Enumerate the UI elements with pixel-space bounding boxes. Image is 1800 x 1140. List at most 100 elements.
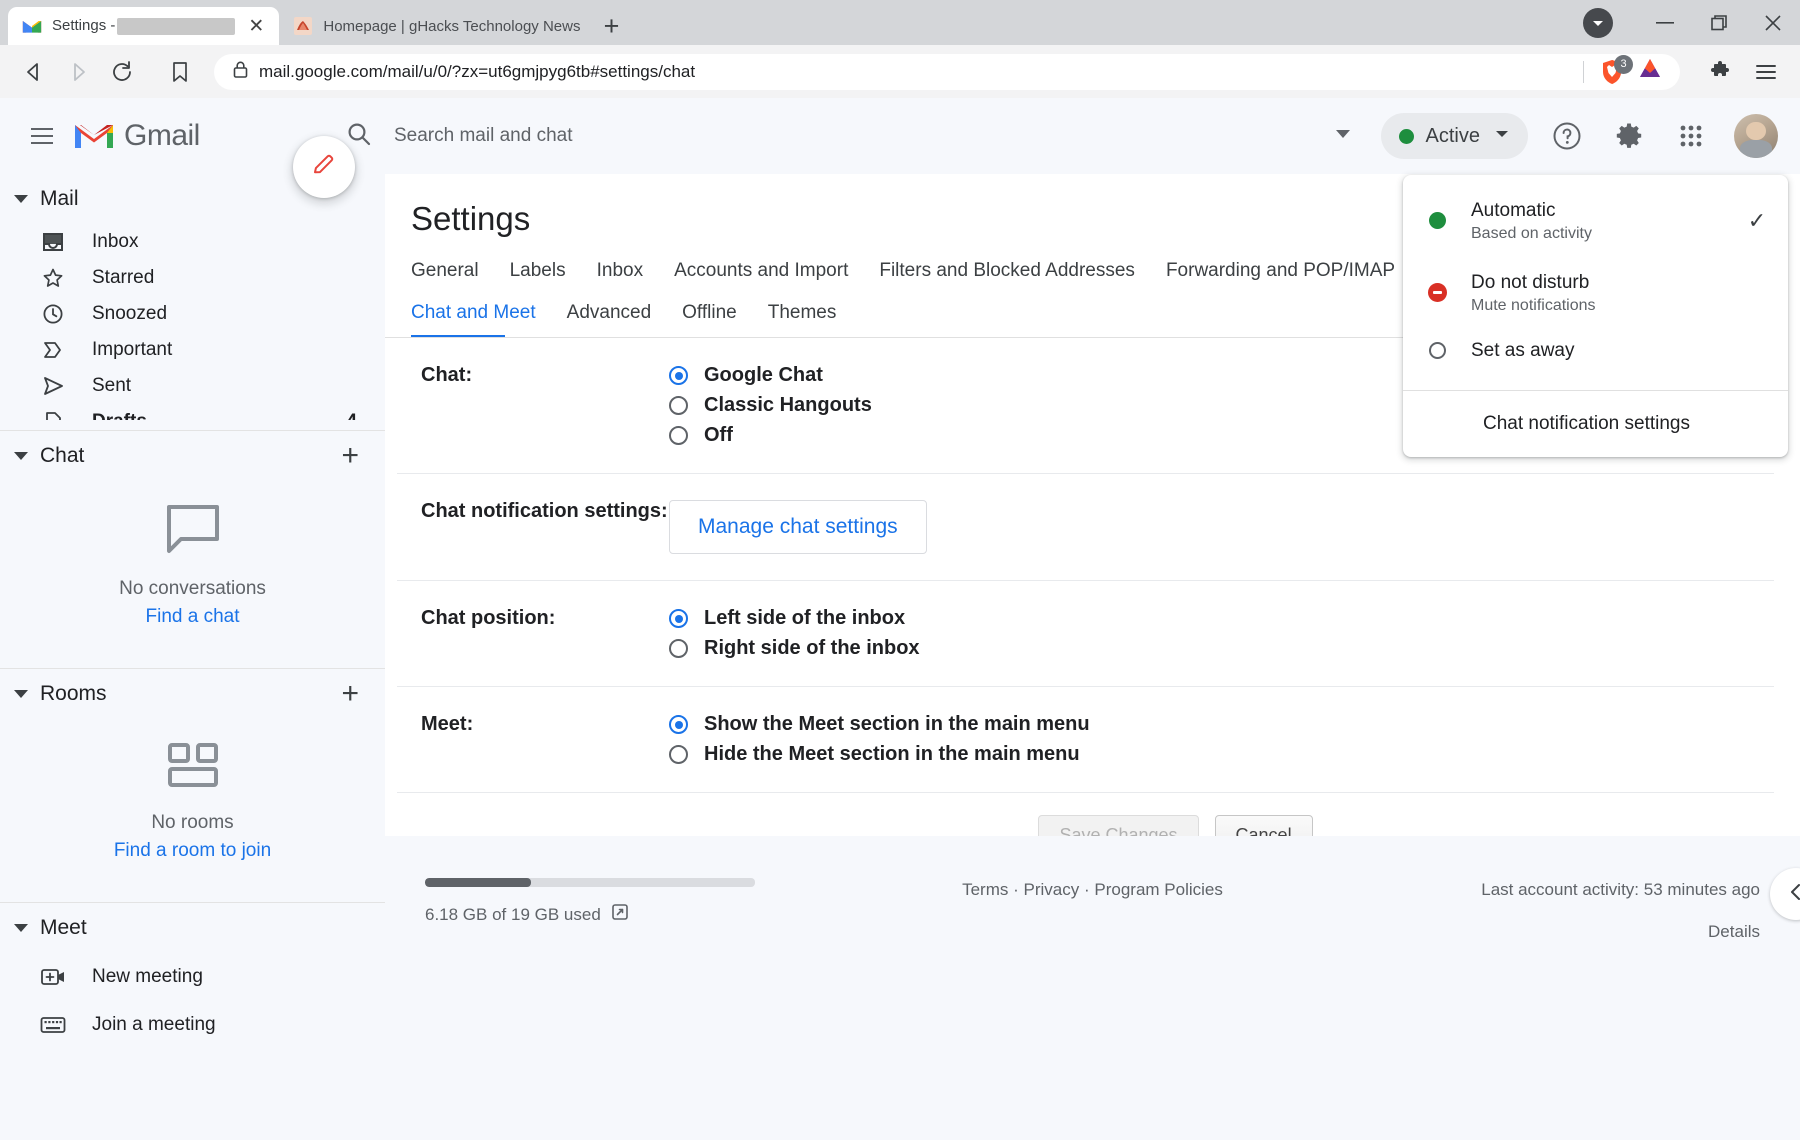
search-options-icon[interactable] bbox=[1332, 123, 1354, 150]
sidebar-item-snoozed[interactable]: Snoozed bbox=[0, 296, 385, 332]
browser-toolbar: mail.google.com/mail/u/0/?zx=ut6gmjpyg6t… bbox=[0, 45, 1800, 98]
away-circle-icon bbox=[1425, 342, 1449, 359]
gmail-header-actions: Active bbox=[1381, 113, 1778, 159]
new-tab-button[interactable]: + bbox=[592, 7, 630, 45]
sidebar-chat-empty-state: No conversations Find a chat bbox=[0, 481, 385, 658]
collapse-sidebar-button[interactable] bbox=[1770, 868, 1800, 920]
status-menu-item-automatic[interactable]: Automatic Based on activity ✓ bbox=[1403, 185, 1788, 257]
radio-indicator[interactable] bbox=[669, 426, 688, 445]
brave-download-icon[interactable] bbox=[1583, 8, 1613, 38]
radio-option-hide-meet[interactable]: Hide the Meet section in the main menu bbox=[669, 743, 1774, 766]
window-maximize-button[interactable] bbox=[1692, 0, 1746, 45]
tab-offline[interactable]: Offline bbox=[682, 302, 737, 338]
browser-tabstrip: Settings - ✕ Homepage | gHacks Technolog… bbox=[0, 0, 630, 45]
window-minimize-button[interactable] bbox=[1638, 0, 1692, 45]
window-close-button[interactable] bbox=[1746, 0, 1800, 45]
status-menu-item-texts: Automatic Based on activity bbox=[1471, 199, 1722, 243]
browser-tab-ghacks[interactable]: Homepage | gHacks Technology News bbox=[279, 7, 592, 45]
radio-indicator[interactable] bbox=[669, 609, 688, 628]
radio-indicator[interactable] bbox=[669, 639, 688, 658]
avatar[interactable] bbox=[1734, 114, 1778, 158]
sidebar-item-sent[interactable]: Sent bbox=[0, 368, 385, 404]
tab-close-icon[interactable]: ✕ bbox=[245, 15, 267, 37]
radio-indicator[interactable] bbox=[669, 366, 688, 385]
sidebar-item-starred[interactable]: Starred bbox=[0, 260, 385, 296]
google-apps-icon[interactable] bbox=[1668, 113, 1714, 159]
details-link[interactable]: Details bbox=[1330, 922, 1760, 942]
radio-indicator[interactable] bbox=[669, 745, 688, 764]
tab-accounts-and-import[interactable]: Accounts and Import bbox=[674, 260, 848, 282]
radio-indicator[interactable] bbox=[669, 396, 688, 415]
sidebar-item-new-meeting[interactable]: New meeting bbox=[0, 953, 385, 1001]
green-dot-icon bbox=[1425, 212, 1449, 229]
tab-labels[interactable]: Labels bbox=[510, 260, 566, 282]
brave-shield-icon[interactable]: 3 bbox=[1598, 58, 1626, 86]
radio-option-left-side[interactable]: Left side of the inbox bbox=[669, 607, 1774, 630]
search-bar[interactable]: Search mail and chat bbox=[330, 111, 1370, 161]
settings-row-control: Left side of the inbox Right side of the… bbox=[669, 607, 1774, 660]
tab-forwarding-and-pop-imap[interactable]: Forwarding and POP/IMAP bbox=[1166, 260, 1395, 282]
sidebar-item-drafts[interactable]: Drafts 4 bbox=[0, 404, 385, 420]
settings-gear-icon[interactable] bbox=[1606, 113, 1652, 159]
save-changes-button[interactable]: Save Changes bbox=[1038, 815, 1198, 836]
status-menu-item-do-not-disturb[interactable]: Do not disturb Mute notifications bbox=[1403, 257, 1788, 329]
status-menu-item-subtitle: Based on activity bbox=[1471, 225, 1722, 243]
gmail-logo[interactable]: Gmail bbox=[72, 117, 268, 156]
extensions-icon[interactable] bbox=[1700, 52, 1740, 92]
sidebar-section-rooms[interactable]: Rooms + bbox=[0, 669, 385, 719]
status-menu-item-title: Automatic bbox=[1471, 199, 1722, 223]
reload-icon[interactable] bbox=[102, 52, 142, 92]
find-a-chat-link[interactable]: Find a chat bbox=[146, 606, 240, 628]
star-icon bbox=[40, 266, 66, 290]
address-bar[interactable]: mail.google.com/mail/u/0/?zx=ut6gmjpyg6t… bbox=[214, 54, 1680, 90]
tab-advanced[interactable]: Advanced bbox=[567, 302, 652, 338]
search-input[interactable]: Search mail and chat bbox=[394, 125, 1310, 147]
brave-rewards-icon[interactable] bbox=[1636, 55, 1664, 88]
sidebar-section-chat[interactable]: Chat + bbox=[0, 431, 385, 481]
sidebar-section-title: Meet bbox=[40, 916, 87, 940]
sidebar-item-join-meeting[interactable]: Join a meeting bbox=[0, 1001, 385, 1049]
main-menu-icon[interactable] bbox=[18, 112, 66, 160]
terms-link[interactable]: Terms bbox=[962, 880, 1008, 899]
tab-inbox[interactable]: Inbox bbox=[597, 260, 643, 282]
radio-option-show-meet[interactable]: Show the Meet section in the main menu bbox=[669, 713, 1774, 736]
add-room-icon[interactable]: + bbox=[341, 679, 359, 709]
sidebar-chat-empty-title: No conversations bbox=[119, 578, 266, 600]
compose-button[interactable] bbox=[293, 136, 355, 198]
back-icon[interactable] bbox=[14, 52, 54, 92]
sidebar-item-label: Sent bbox=[92, 375, 131, 397]
browser-tab-settings[interactable]: Settings - ✕ bbox=[8, 7, 279, 45]
status-menu-item-set-as-away[interactable]: Set as away bbox=[1403, 329, 1788, 383]
browser-titlebar: Settings - ✕ Homepage | gHacks Technolog… bbox=[0, 0, 1800, 45]
bookmark-icon[interactable] bbox=[160, 52, 200, 92]
help-icon[interactable] bbox=[1544, 113, 1590, 159]
send-icon bbox=[40, 374, 66, 398]
add-chat-icon[interactable]: + bbox=[341, 441, 359, 471]
hamburger-line bbox=[31, 128, 53, 130]
sidebar-item-label: New meeting bbox=[92, 966, 203, 988]
radio-option-right-side[interactable]: Right side of the inbox bbox=[669, 637, 1774, 660]
open-in-new-icon[interactable] bbox=[611, 903, 629, 926]
browser-menu-icon[interactable] bbox=[1746, 52, 1786, 92]
sidebar-item-label: Join a meeting bbox=[92, 1014, 216, 1036]
cancel-button[interactable]: Cancel bbox=[1215, 815, 1313, 836]
sidebar-section-meet[interactable]: Meet bbox=[0, 903, 385, 953]
tab-chat-and-meet[interactable]: Chat and Meet bbox=[411, 302, 536, 338]
status-menu-chat-notification-settings[interactable]: Chat notification settings bbox=[1403, 391, 1788, 457]
find-a-room-link[interactable]: Find a room to join bbox=[114, 840, 271, 862]
privacy-link[interactable]: Privacy bbox=[1024, 880, 1080, 899]
manage-chat-settings-button[interactable]: Manage chat settings bbox=[669, 500, 927, 554]
radio-indicator[interactable] bbox=[669, 715, 688, 734]
status-chip-active[interactable]: Active bbox=[1381, 113, 1528, 159]
sidebar-rooms-empty-title: No rooms bbox=[151, 812, 233, 834]
tab-themes[interactable]: Themes bbox=[768, 302, 837, 338]
tab-general[interactable]: General bbox=[411, 260, 479, 282]
program-policies-link[interactable]: Program Policies bbox=[1094, 880, 1223, 899]
sidebar-item-inbox[interactable]: Inbox bbox=[0, 224, 385, 260]
sidebar-item-count: 4 bbox=[346, 411, 385, 420]
footer-separator: · bbox=[1013, 880, 1019, 899]
sidebar-item-important[interactable]: Important bbox=[0, 332, 385, 368]
tab-filters-and-blocked-addresses[interactable]: Filters and Blocked Addresses bbox=[879, 260, 1135, 282]
sidebar-section-title: Mail bbox=[40, 187, 79, 211]
last-account-activity-label: Last account activity: 53 minutes ago bbox=[1330, 880, 1760, 900]
